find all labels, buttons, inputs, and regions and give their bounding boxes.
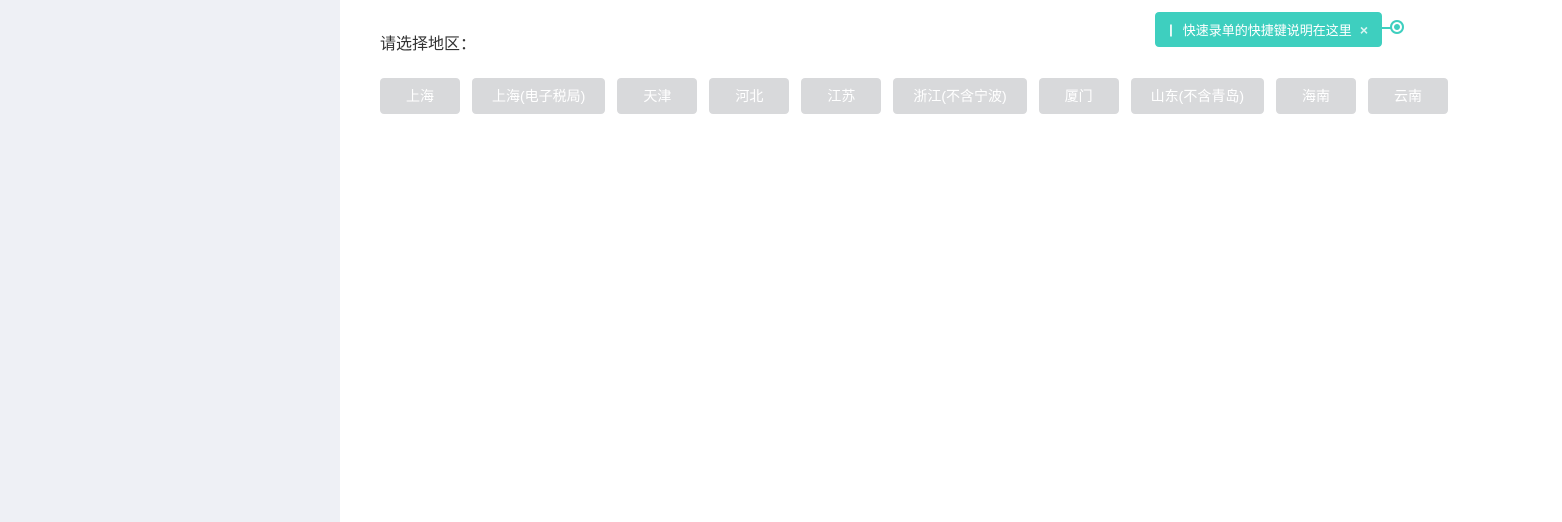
region-button-yunnan[interactable]: 云南: [1368, 78, 1448, 114]
region-button-shanghai[interactable]: 上海: [380, 78, 460, 114]
sidebar: [0, 0, 340, 522]
main-content: 请选择地区： 上海上海(电子税局)天津河北江苏浙江(不含宁波)厦门山东(不含青岛…: [340, 0, 1562, 522]
tooltip-dot: [1392, 22, 1402, 32]
region-button-hebei[interactable]: 河北: [709, 78, 789, 114]
tooltip-badge: 快速录单的快捷键说明在这里 ×: [1155, 12, 1382, 47]
region-button-shandong[interactable]: 山东(不含青岛): [1131, 78, 1264, 114]
tooltip-text: 快速录单的快捷键说明在这里: [1183, 20, 1352, 39]
region-button-zhejiang[interactable]: 浙江(不含宁波): [893, 78, 1026, 114]
region-button-shanghai-etax[interactable]: 上海(电子税局): [472, 78, 605, 114]
region-button-hainan[interactable]: 海南: [1276, 78, 1356, 114]
region-button-xiamen[interactable]: 厦门: [1039, 78, 1119, 114]
tooltip-close-button[interactable]: ×: [1360, 22, 1368, 38]
region-buttons-container: 上海上海(电子税局) 天津河北江苏浙江(不含宁波) 厦门山东(不含青岛) 海南云南: [380, 78, 1522, 114]
region-button-jiangsu[interactable]: 江苏: [801, 78, 881, 114]
region-button-tianjin[interactable]: 天津: [617, 78, 697, 114]
